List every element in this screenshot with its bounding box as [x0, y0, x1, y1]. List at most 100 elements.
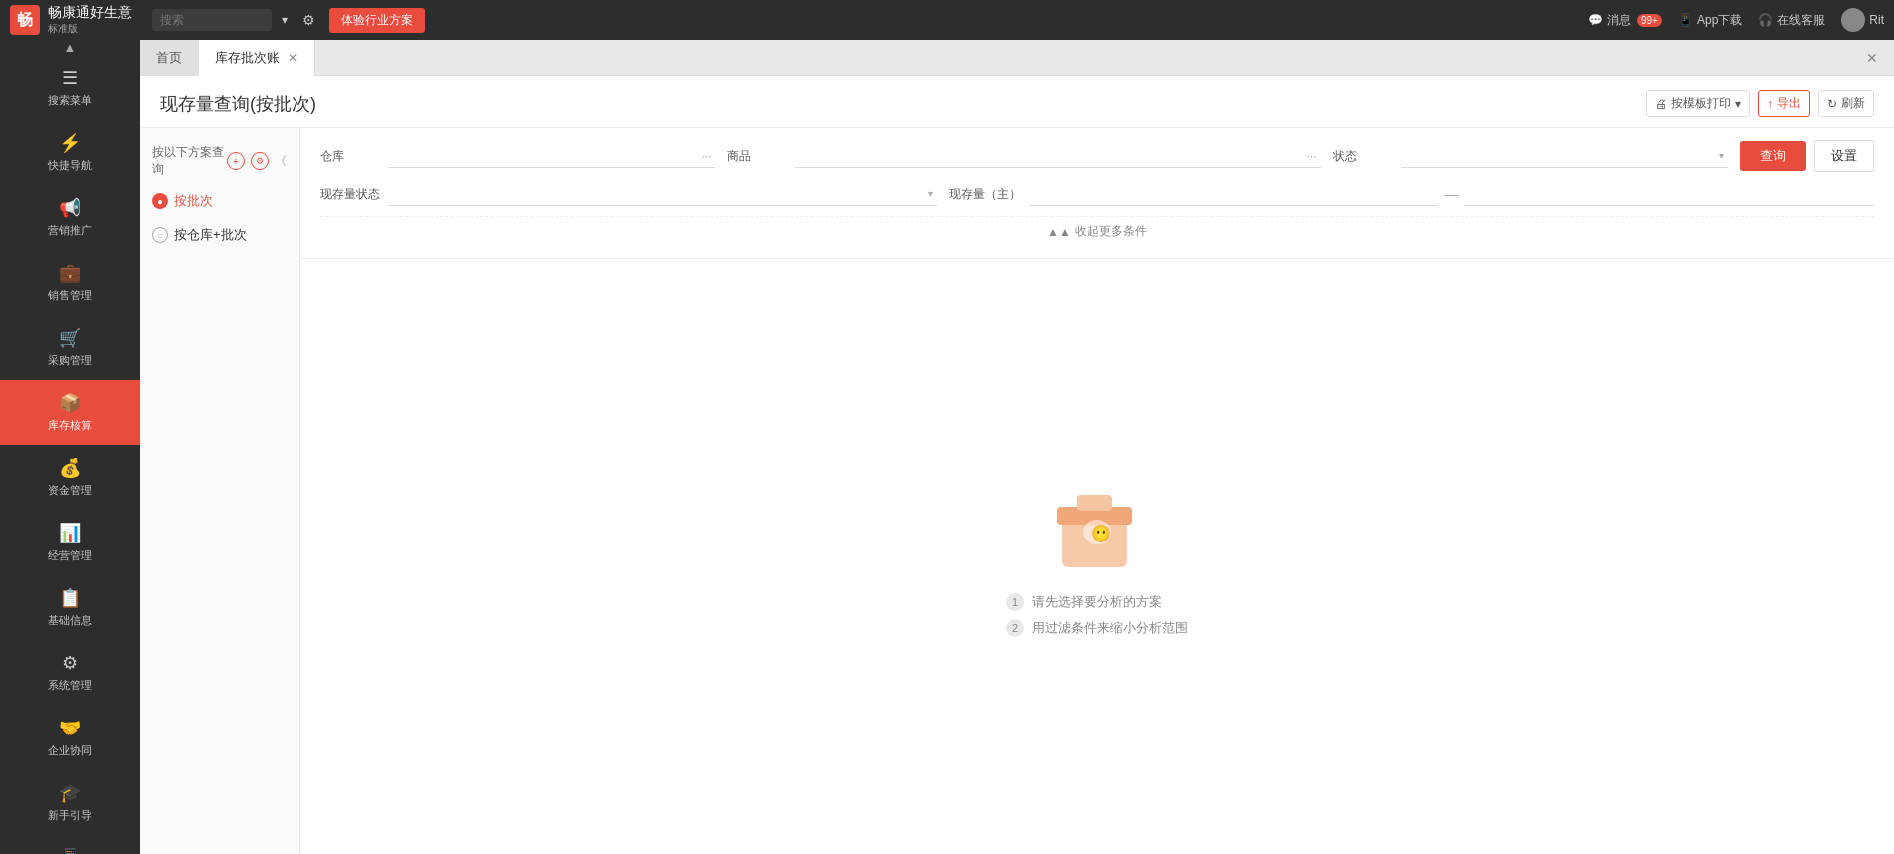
online-service-button[interactable]: 🎧 在线客服 [1758, 12, 1825, 29]
sidebar-item-operation[interactable]: 📊 经营管理 [0, 510, 140, 575]
filter-row-2: 现存量状态 ▾ 现存量（主） — [320, 182, 1874, 206]
filter-action-btns: 查询 设置 [1740, 140, 1874, 172]
stock-status-select[interactable] [388, 182, 924, 205]
topbar-dropdown[interactable]: ▾ [282, 13, 288, 27]
app-logo: 畅 [10, 5, 40, 35]
headset-icon: 🎧 [1758, 13, 1773, 27]
search-menu-icon: ☰ [62, 67, 78, 89]
collapse-panel-icon[interactable]: 《 [275, 153, 287, 170]
search-input[interactable] [152, 9, 272, 31]
tab-extra: ✕ [1862, 46, 1894, 70]
sidebar-item-basic[interactable]: 📋 基础信息 [0, 575, 140, 640]
sidebar-item-system[interactable]: ⚙ 系统管理 [0, 640, 140, 705]
goods-label: 商品 [727, 148, 787, 165]
print-template-button[interactable]: 🖨 按模板打印 ▾ [1646, 90, 1750, 117]
tab-bar: 首页 库存批次账 ✕ ✕ [140, 40, 1894, 76]
stock-qty-filter: 现存量（主） — [949, 182, 1874, 206]
sidebar-item-sales[interactable]: 💼 销售管理 [0, 250, 140, 315]
gear-icon: ⚙ [62, 652, 78, 674]
sidebar-item-purchase[interactable]: 🛒 采购管理 [0, 315, 140, 380]
sidebar-item-shortcut[interactable]: ⚡ 快捷导航 [0, 120, 140, 185]
stock-qty-range: — [1029, 182, 1874, 206]
sidebar-item-inventory[interactable]: 📦 库存核算 [0, 380, 140, 445]
sidebar-item-corp[interactable]: 🤝 企业协同 [0, 705, 140, 770]
svg-text:😶: 😶 [1091, 524, 1111, 543]
goods-filter: 商品 ··· [727, 144, 1320, 168]
sidebar-item-finance[interactable]: 💰 资金管理 [0, 445, 140, 510]
left-panel: 按以下方案查询 + ⚙ 《 ● 按批次 ○ 按仓库+批次 [140, 128, 300, 854]
tab-close-button[interactable]: ✕ [288, 51, 298, 65]
chart-icon: 📊 [59, 522, 81, 544]
exp-industry-button[interactable]: 体验行业方案 [329, 8, 425, 33]
sidebar-item-newbie[interactable]: 🎓 新手引导 [0, 770, 140, 835]
right-panel: 仓库 ··· 商品 ··· [300, 128, 1894, 854]
stock-qty-max-input[interactable] [1464, 182, 1874, 206]
filter-row-1: 仓库 ··· 商品 ··· [320, 140, 1874, 172]
msg-button[interactable]: 💬 消息 99+ [1588, 12, 1662, 29]
plan-active-icon: ● [152, 193, 168, 209]
warehouse-label: 仓库 [320, 148, 380, 165]
filter-area: 仓库 ··· 商品 ··· [300, 128, 1894, 259]
add-plan-icon[interactable]: + [227, 152, 245, 170]
msg-badge: 99+ [1637, 14, 1662, 27]
sidebar-scroll-up[interactable]: ▲ [0, 40, 140, 55]
settings-plan-icon[interactable]: ⚙ [251, 152, 269, 170]
topbar-right: 💬 消息 99+ 📱 App下载 🎧 在线客服 Rit [1588, 8, 1884, 32]
user-avatar-area[interactable]: Rit [1841, 8, 1884, 32]
handshake-icon: 🤝 [59, 717, 81, 739]
app-download-button[interactable]: 📱 App下载 [1678, 12, 1742, 29]
plan-item-by-batch[interactable]: ● 按批次 [140, 184, 299, 218]
stock-qty-label: 现存量（主） [949, 186, 1021, 203]
briefcase-icon: 💼 [59, 262, 81, 284]
warehouse-input[interactable] [388, 144, 697, 167]
sidebar-item-marketing[interactable]: 📢 营销推广 [0, 185, 140, 250]
status-select-wrapper: ▾ [1401, 144, 1728, 168]
stock-status-select-wrapper: ▾ [388, 182, 937, 206]
goods-field-wrapper: ··· [795, 144, 1320, 168]
content-body: 按以下方案查询 + ⚙ 《 ● 按批次 ○ 按仓库+批次 [140, 128, 1894, 854]
graduation-icon: 🎓 [59, 782, 81, 804]
printer-icon: 🖨 [1655, 97, 1667, 111]
collapse-up-icon: ▲▲ [1047, 225, 1071, 239]
stock-qty-min-input[interactable] [1029, 182, 1439, 206]
svg-rect-2 [1077, 495, 1112, 511]
empty-hint-1: 1 请先选择要分析的方案 [1006, 593, 1188, 611]
stock-qty-sep: — [1444, 186, 1458, 202]
collapse-more-button[interactable]: ▲▲ 收起更多条件 [320, 216, 1874, 246]
status-dropdown-icon: ▾ [1715, 150, 1728, 161]
query-button[interactable]: 查询 [1740, 141, 1806, 171]
empty-illustration: 😶 [1047, 477, 1147, 577]
page-content: 现存量查询(按批次) 🖨 按模板打印 ▾ ↑ 导出 ↻ 刷新 [140, 76, 1894, 854]
topbar: 畅 畅康通好生意 标准版 ▾ ⚙ 体验行业方案 💬 消息 99+ 📱 App下载… [0, 0, 1894, 40]
warehouse-more-icon[interactable]: ··· [697, 147, 715, 165]
page-title: 现存量查询(按批次) [160, 92, 316, 116]
tab-home[interactable]: 首页 [140, 40, 199, 76]
status-filter: 状态 ▾ [1333, 144, 1728, 168]
lightning-icon: ⚡ [59, 132, 81, 154]
empty-state: 😶 1 请先选择要分析的方案 2 用过滤条件来缩小分析范围 [300, 259, 1894, 854]
sidebar: ▲ ☰ 搜索菜单 ⚡ 快捷导航 📢 营销推广 💼 销售管理 🛒 采购管理 📦 库… [0, 40, 140, 854]
sidebar-item-apps[interactable]: 📱 应用中心 [0, 835, 140, 854]
status-label: 状态 [1333, 148, 1393, 165]
msg-icon: 💬 [1588, 13, 1603, 27]
money-icon: 💰 [59, 457, 81, 479]
stock-status-filter: 现存量状态 ▾ [320, 182, 937, 206]
settings-icon[interactable]: ⚙ [298, 8, 319, 32]
export-button[interactable]: ↑ 导出 [1758, 90, 1810, 117]
warehouse-filter: 仓库 ··· [320, 144, 715, 168]
content-area: 首页 库存批次账 ✕ ✕ 现存量查询(按批次) 🖨 按模板打印 ▾ [140, 40, 1894, 854]
status-select[interactable] [1401, 144, 1715, 167]
goods-input[interactable] [795, 144, 1302, 167]
stock-status-label: 现存量状态 [320, 186, 380, 203]
filter-settings-button[interactable]: 设置 [1814, 140, 1874, 172]
tab-batch-account[interactable]: 库存批次账 ✕ [199, 40, 315, 76]
refresh-button[interactable]: ↻ 刷新 [1818, 90, 1874, 117]
sidebar-item-search[interactable]: ☰ 搜索菜单 [0, 55, 140, 120]
stock-status-dropdown-icon: ▾ [924, 188, 937, 199]
plan-item-by-warehouse-batch[interactable]: ○ 按仓库+批次 [140, 218, 299, 252]
tab-bar-close-button[interactable]: ✕ [1862, 46, 1882, 70]
goods-more-icon[interactable]: ··· [1303, 147, 1321, 165]
warehouse-field-wrapper: ··· [388, 144, 715, 168]
print-dropdown-icon: ▾ [1735, 97, 1741, 111]
plan-inactive-icon: ○ [152, 227, 168, 243]
